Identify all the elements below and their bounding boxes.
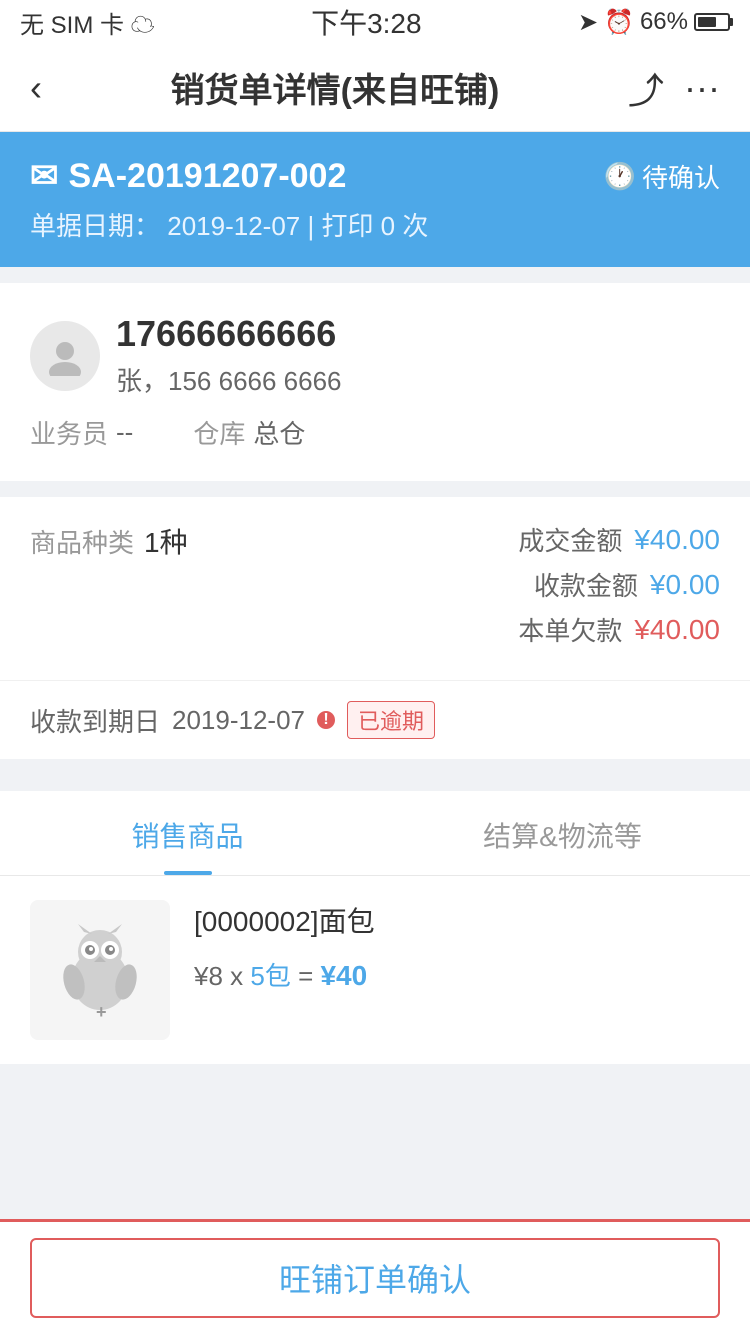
nav-bar: ‹ 销货单详情(来自旺铺) ⤴ ··· [0,44,750,132]
product-item: + [0000002]面包 ¥8 x 5包 = ¥40 [0,876,750,1064]
customer-section: 17666666666 张，156 6666 6666 业务员 -- 仓库 总仓 [0,283,750,481]
amount-value-2: ¥40.00 [634,614,720,646]
divider-1 [0,481,750,497]
amount-value-1: ¥0.00 [650,569,720,601]
order-icon: ✉ [30,156,59,196]
overdue-dot-icon: ! [317,711,335,729]
due-label: 收款到期日 [30,702,160,739]
svg-text:+: + [96,1002,107,1020]
amount-row-2: 本单欠款 ¥40.00 [518,611,720,648]
customer-phone: 17666666666 [116,313,342,355]
location-icon: ➤ [578,8,598,37]
amount-label-1: 收款金额 [534,566,638,603]
product-name: [0000002]面包 [194,900,720,940]
summary-right: 成交金额 ¥40.00 收款金额 ¥0.00 本单欠款 ¥40.00 [518,521,720,656]
warehouse-item: 仓库 总仓 [193,414,305,451]
status-bar: 无 SIM 卡 ☁ 下午3:28 ➤ ⏰ 66% [0,0,750,44]
amount-value-0: ¥40.00 [634,524,720,556]
avatar [30,321,100,391]
sim-label: 无 SIM 卡 ☁ [20,5,155,40]
clock-icon: 🕐 [604,161,636,192]
kind-value: 1种 [144,521,188,561]
due-value: 2019-12-07 [172,705,305,736]
price-qty: 5包 [250,961,290,991]
product-price: ¥8 x 5包 = ¥40 [194,956,720,993]
salesperson-label: 业务员 [30,414,108,451]
order-date-line: 单据日期： 2019-12-07 | 打印 0 次 [30,206,720,243]
order-status: 🕐 待确认 [604,158,720,195]
page-title: 销货单详情(来自旺铺) [171,63,500,112]
export-button[interactable]: ⤴ [628,62,664,114]
price-equals: = [291,961,321,991]
salesperson-item: 业务员 -- [30,414,133,451]
overdue-badge: 已逾期 [347,701,435,739]
customer-header: 17666666666 张，156 6666 6666 [30,313,720,398]
warehouse-label: 仓库 [193,414,245,451]
amount-label-0: 成交金额 [518,521,622,558]
product-kind: 商品种类 1种 [30,521,188,561]
nav-actions: ⤴ ··· [628,62,720,114]
confirm-order-button[interactable]: 旺铺订单确认 [30,1238,720,1318]
alarm-icon: ⏰ [604,8,634,37]
amount-row-0: 成交金额 ¥40.00 [518,521,720,558]
customer-meta: 业务员 -- 仓库 总仓 [30,414,720,451]
battery-percentage: 66% [640,8,688,36]
status-right: ➤ ⏰ 66% [578,8,730,37]
tab-products[interactable]: 销售商品 [0,791,375,875]
status-left: 无 SIM 卡 ☁ [20,5,155,40]
order-header-top: ✉ SA-20191207-002 🕐 待确认 [30,156,720,196]
battery-icon [694,13,730,31]
warehouse-value: 总仓 [253,414,305,451]
order-header-card: ✉ SA-20191207-002 🕐 待确认 单据日期： 2019-12-07… [0,132,750,267]
due-date-section: 收款到期日 2019-12-07 ! 已逾期 [0,680,750,759]
order-id: ✉ SA-20191207-002 [30,156,346,196]
tab-settle[interactable]: 结算&物流等 [375,791,750,875]
more-button[interactable]: ··· [684,67,720,109]
customer-info: 17666666666 张，156 6666 6666 [116,313,342,398]
salesperson-value: -- [116,417,133,448]
product-image: + [30,900,170,1040]
bottom-bar: 旺铺订单确认 [0,1219,750,1334]
divider-2 [0,759,750,775]
amount-row-1: 收款金额 ¥0.00 [518,566,720,603]
back-button[interactable]: ‹ [30,67,42,109]
summary-left: 商品种类 1种 [30,521,188,561]
summary-section: 商品种类 1种 成交金额 ¥40.00 收款金额 ¥0.00 本单欠款 ¥40.… [0,497,750,680]
tabs-bar: 销售商品 结算&物流等 [0,791,750,876]
customer-name-phone: 张，156 6666 6666 [116,361,342,398]
product-info: [0000002]面包 ¥8 x 5包 = ¥40 [194,900,720,993]
amount-label-2: 本单欠款 [518,611,622,648]
kind-label: 商品种类 [30,523,134,560]
price-unit: ¥8 x [194,961,250,991]
status-time: 下午3:28 [311,2,422,42]
price-total: ¥40 [320,960,367,991]
